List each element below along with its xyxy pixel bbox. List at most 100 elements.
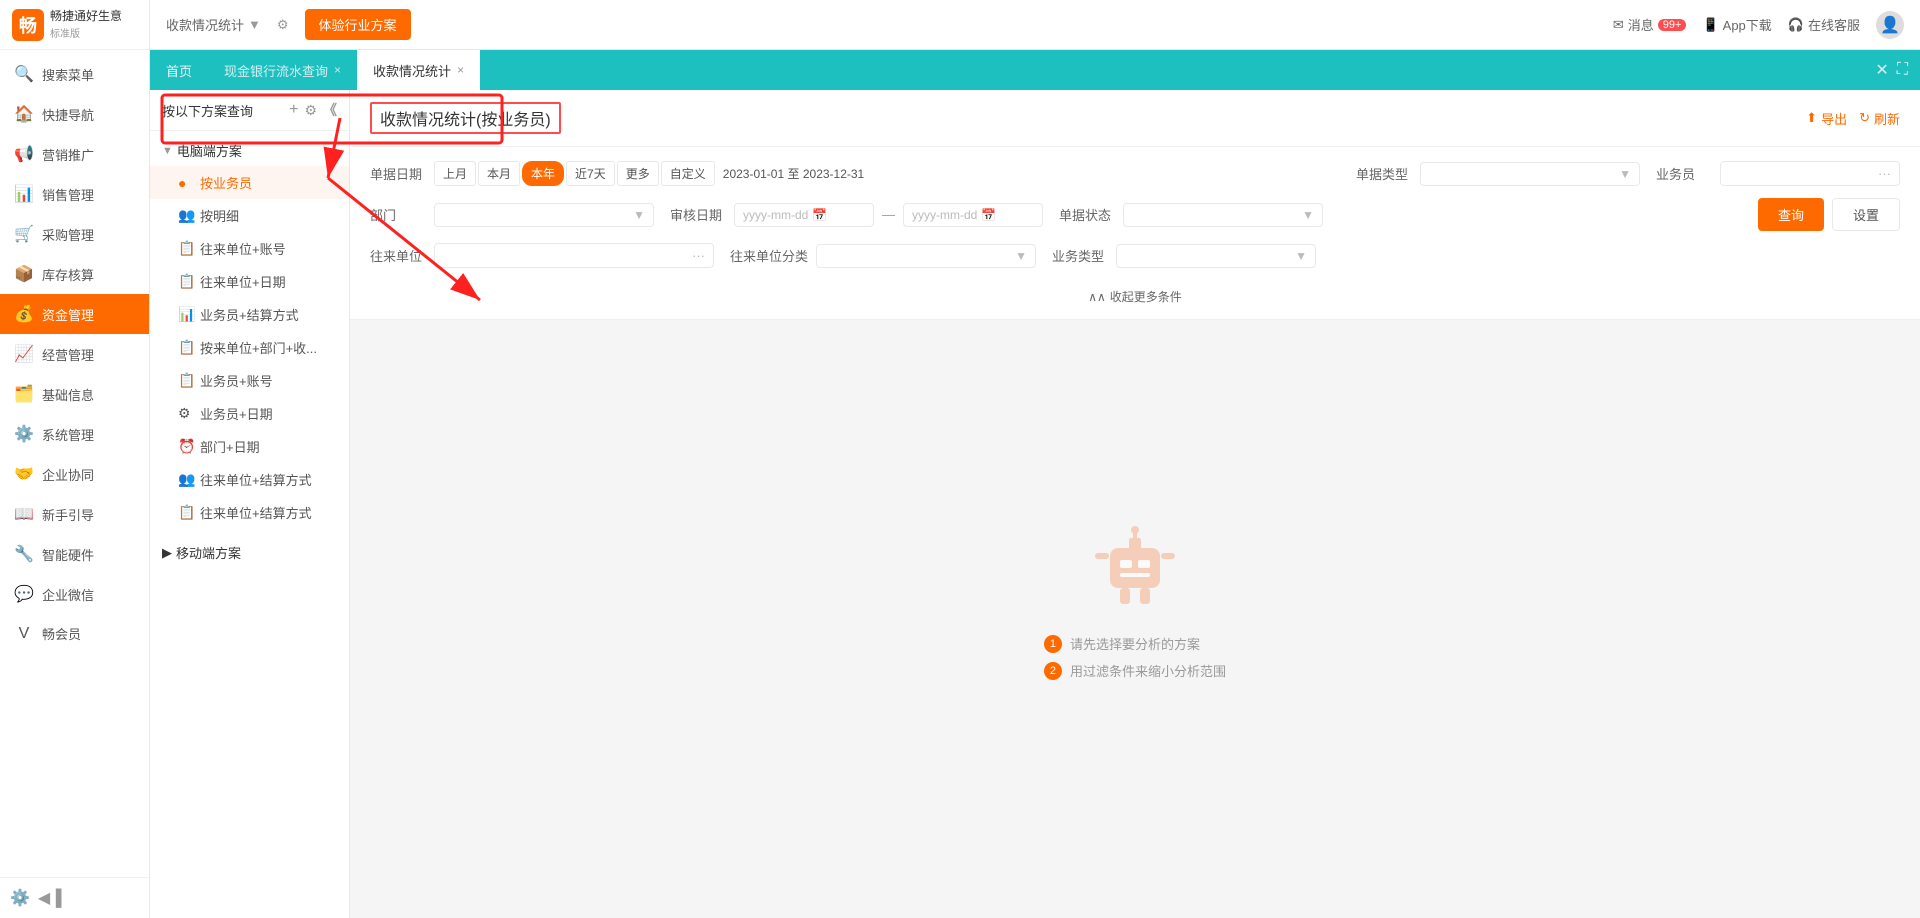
date-btn-last-month[interactable]: 上月 [434,161,476,186]
enterprise-icon: 🤝 [14,464,34,484]
tip-item-1: 1 请先选择要分析的方案 [1044,634,1226,653]
tab-home[interactable]: 首页 [150,50,208,90]
scheme-item-dept-date[interactable]: ⏰ 部门+日期 [150,430,349,463]
salesman-select[interactable]: ··· [1720,161,1900,186]
scheme-item-by-detail[interactable]: 👥 按明细 [150,199,349,232]
export-btn[interactable]: ⬆ 导出 [1806,109,1847,128]
settings-bottom-icon[interactable]: ⚙️ [10,888,30,908]
partner-settlement2-icon: 📋 [178,504,194,521]
desktop-scheme-group: ▼ 电脑端方案 ● 按业务员 👥 按明细 📋 往来单位+账号 📋 往来 [150,131,349,533]
tab-close-all-icon[interactable]: ✕ [1875,60,1888,80]
content-area: 按以下方案查询 + ⚙ 《 ▼ 电脑端方案 ● 按业务员 👥 [150,90,1920,918]
review-date-label: 审核日期 [670,205,726,224]
guide-icon: 📖 [14,504,34,524]
scheme-item-partner-settlement1[interactable]: 👥 往来单位+结算方式 [150,463,349,496]
doc-status-dropdown-icon: ▼ [1302,208,1314,222]
settings-btn[interactable]: 设置 [1832,198,1900,231]
collapse-sidebar-icon[interactable]: ◀▐ [38,888,62,908]
mobile-group-title[interactable]: ▶ 移动端方案 [150,537,349,568]
review-date-from[interactable]: yyyy-mm-dd 📅 [734,203,874,227]
salesman-more-icon[interactable]: ··· [1878,166,1891,181]
sidebar-item-system[interactable]: ⚙️ 系统管理 [0,414,149,454]
refresh-btn[interactable]: ↻ 刷新 [1859,109,1900,128]
partner-select[interactable]: ··· [434,243,714,268]
biz-type-select[interactable]: ▼ [1116,244,1316,268]
finance-icon: 💰 [14,304,34,324]
logo-text: 畅捷通好生意 [50,9,122,25]
trial-btn[interactable]: 体验行业方案 [305,9,411,40]
date-btn-more[interactable]: 更多 [617,161,659,186]
partner-more-icon[interactable]: ··· [692,248,705,263]
tab-bank-close[interactable]: × [334,63,341,77]
query-btn[interactable]: 查询 [1758,198,1824,231]
scheme-item-salesman-account[interactable]: 📋 业务员+账号 [150,364,349,397]
sidebar-item-wechat[interactable]: 💬 企业微信 [0,574,149,614]
sidebar-item-enterprise[interactable]: 🤝 企业协同 [0,454,149,494]
calendar-icon-2: 📅 [981,208,996,222]
partner-dept-icon: 📋 [178,339,194,356]
tab-collection[interactable]: 收款情况统计 × [357,50,480,90]
sidebar-item-guide[interactable]: 📖 新手引导 [0,494,149,534]
dept-select[interactable]: ▼ [434,203,654,227]
add-scheme-icon[interactable]: + [289,101,298,119]
dept-date-icon: ⏰ [178,438,194,455]
scheme-item-partner-date[interactable]: 📋 往来单位+日期 [150,265,349,298]
doc-type-select[interactable]: ▼ [1420,162,1640,186]
home-icon: 🏠 [14,104,34,124]
tab-collection-close[interactable]: × [457,63,464,77]
online-service-btn[interactable]: 🎧 在线客服 [1788,15,1860,34]
tab-bank[interactable]: 现金银行流水查询 × [208,50,357,90]
scheme-collapse-icon[interactable]: 《 [323,100,337,120]
scheme-item-salesman-settlement[interactable]: 📊 业务员+结算方式 [150,298,349,331]
page-header: 收款情况统计(按业务员) ⬆ 导出 ↻ 刷新 [350,90,1920,147]
sidebar-item-purchase[interactable]: 🛒 采购管理 [0,214,149,254]
sidebar-item-inventory[interactable]: 📦 库存核算 [0,254,149,294]
message-icon: ✉ [1613,17,1624,33]
calendar-icon: 📅 [812,208,827,222]
user-avatar[interactable]: 👤 [1876,11,1904,39]
doc-status-label: 单据状态 [1059,205,1115,224]
scheme-item-partner-account[interactable]: 📋 往来单位+账号 [150,232,349,265]
tab-expand-icon[interactable]: ⛶ [1897,61,1908,79]
sidebar-item-member[interactable]: V 畅会员 [0,614,149,653]
filter-partner: 往来单位 ··· [370,243,714,268]
logo-icon: 畅 [12,9,44,41]
scheme-item-by-salesman[interactable]: ● 按业务员 [150,166,349,199]
partner-category-select[interactable]: ▼ [816,244,1036,268]
date-btn-this-month[interactable]: 本月 [478,161,520,186]
sidebar-item-hardware[interactable]: 🔧 智能硬件 [0,534,149,574]
sidebar-item-sales[interactable]: 📊 销售管理 [0,174,149,214]
topbar-dropdown-icon[interactable]: ▼ [248,17,261,32]
doc-status-select[interactable]: ▼ [1123,203,1323,227]
sidebar-item-search[interactable]: 🔍 搜索菜单 [0,54,149,94]
scheme-settings-icon[interactable]: ⚙ [304,102,317,119]
topbar: 收款情况统计 ▼ ⚙ 体验行业方案 ✉ 消息 99+ 📱 App下载 🎧 在线客… [150,0,1920,50]
review-date-to[interactable]: yyyy-mm-dd 📅 [903,203,1043,227]
biz-type-label: 业务类型 [1052,246,1108,265]
filter-area: 单据日期 上月 本月 本年 近7天 更多 自定义 2023-01-01 至 [350,147,1920,320]
sidebar-item-finance[interactable]: 💰 资金管理 [0,294,149,334]
app-download-btn[interactable]: 📱 App下载 [1702,15,1771,34]
desktop-group-title[interactable]: ▼ 电脑端方案 [150,135,349,166]
scheme-item-partner-settlement2[interactable]: 📋 往来单位+结算方式 [150,496,349,529]
date-btn-custom[interactable]: 自定义 [661,161,715,186]
scheme-item-partner-dept[interactable]: 📋 按来单位+部门+收... [150,331,349,364]
collapse-filter-btn[interactable]: ∧∧ 收起更多条件 [1088,288,1182,305]
service-icon: 🎧 [1788,17,1804,33]
page-title-box: 收款情况统计(按业务员) [370,102,561,134]
date-btn-this-year[interactable]: 本年 [522,161,564,186]
filter-biz-type: 业务类型 ▼ [1052,244,1316,268]
sidebar-item-basic[interactable]: 🗂️ 基础信息 [0,374,149,414]
messages-btn[interactable]: ✉ 消息 99+ [1613,15,1687,34]
sidebar-item-quicknav[interactable]: 🏠 快捷导航 [0,94,149,134]
sidebar-item-operation[interactable]: 📈 经营管理 [0,334,149,374]
detail-icon: 👥 [178,207,194,224]
page-header-actions: ⬆ 导出 ↻ 刷新 [1806,109,1900,128]
scheme-item-salesman-date[interactable]: ⚙ 业务员+日期 [150,397,349,430]
tip-item-2: 2 用过滤条件来缩小分析范围 [1044,661,1226,680]
sidebar-item-marketing[interactable]: 📢 营销推广 [0,134,149,174]
download-icon: 📱 [1702,17,1718,33]
date-btn-7days[interactable]: 近7天 [566,161,615,186]
sidebar-logo: 畅 畅捷通好生意 标准版 [0,0,149,50]
topbar-gear-icon[interactable]: ⚙ [277,17,289,33]
